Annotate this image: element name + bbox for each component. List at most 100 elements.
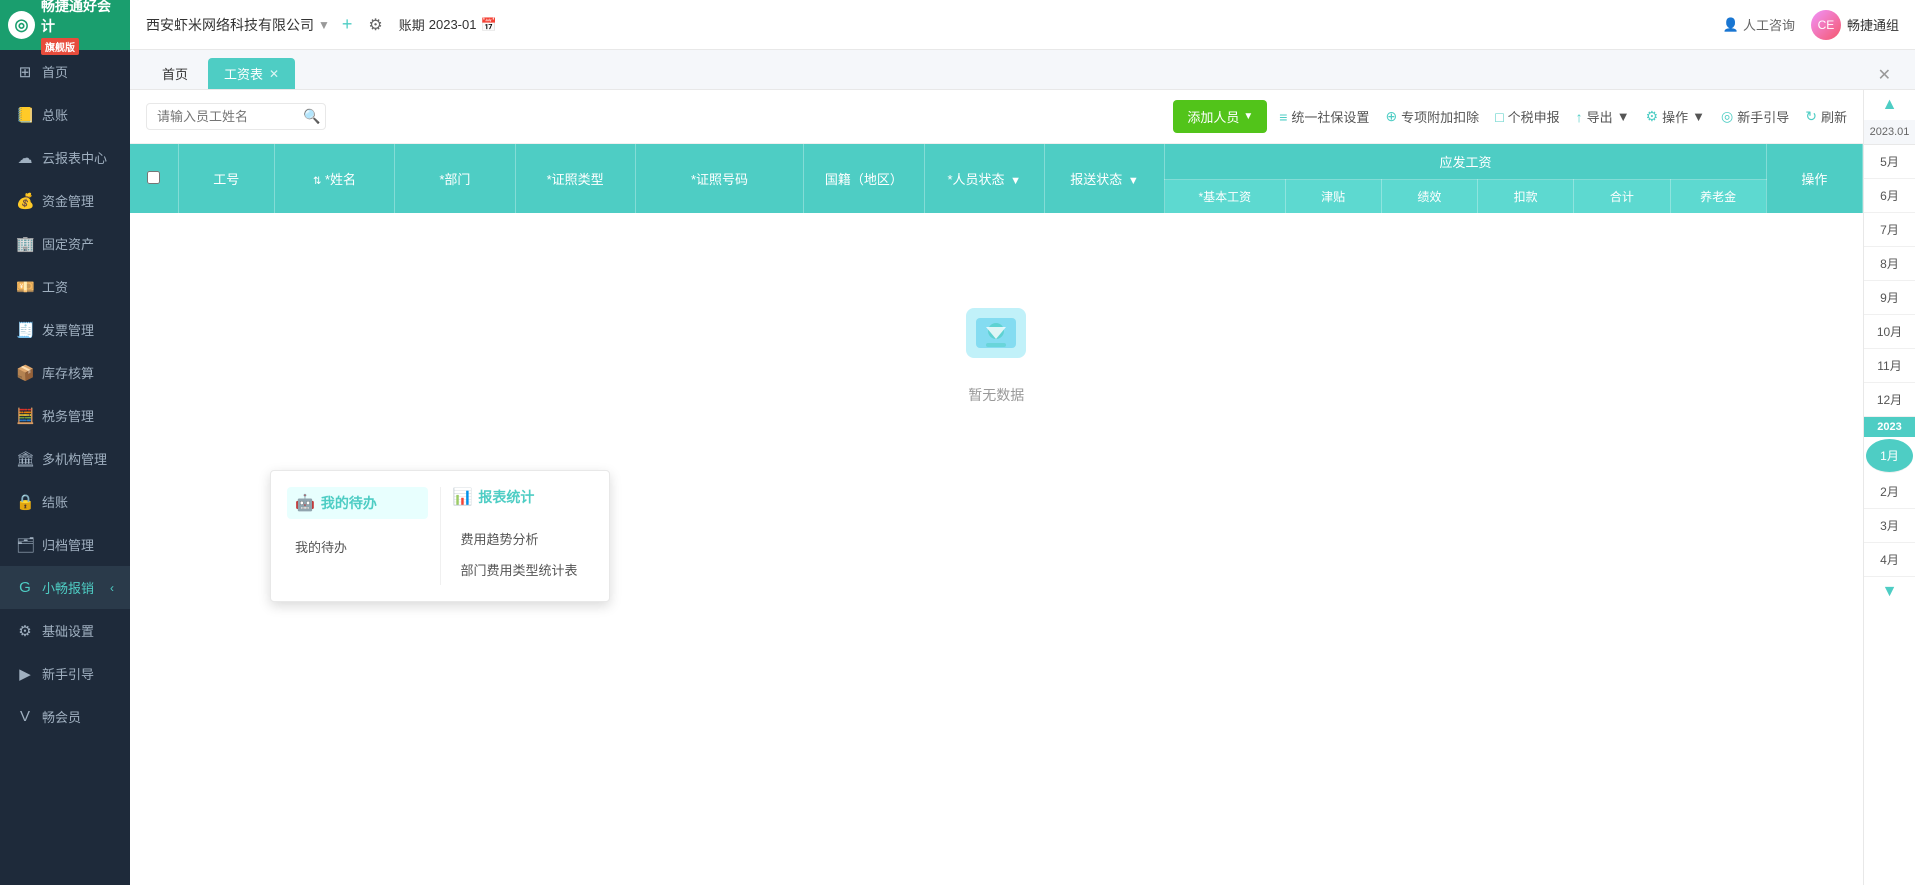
sidebar-item-fixed-assets[interactable]: 🏢 固定资产 [0, 222, 130, 265]
cloud-icon: ☁ [16, 149, 34, 167]
invoice-icon: 🧾 [16, 321, 34, 339]
tab-salary[interactable]: 工资表 ✕ [208, 58, 295, 89]
social-insurance-button[interactable]: ≡ 统一社保设置 [1279, 107, 1369, 126]
tax-report-button[interactable]: □ 个税申报 [1495, 107, 1559, 126]
month-item-8[interactable]: 8月 [1864, 247, 1915, 281]
popup-item-todo[interactable]: 我的待办 [287, 531, 428, 562]
xiaochang-icon: G [16, 579, 34, 596]
report-filter-icon[interactable]: ▼ [1128, 175, 1139, 187]
month-item-5[interactable]: 5月 [1864, 145, 1915, 179]
search-box[interactable]: 🔍 [146, 103, 326, 130]
sidebar-label-close: 结账 [42, 492, 68, 511]
sidebar-item-cloud-reports[interactable]: ☁ 云报表中心 [0, 136, 130, 179]
month-item-4[interactable]: 4月 [1864, 543, 1915, 577]
popup-item-cost-trend[interactable]: 费用趋势分析 [453, 523, 594, 554]
sidebar-label-multi-org: 多机构管理 [42, 449, 107, 468]
month-item-10[interactable]: 10月 [1864, 315, 1915, 349]
user-menu[interactable]: CE 畅捷通组 [1811, 10, 1899, 40]
new-guide-label: 新手引导 [1737, 107, 1789, 126]
operations-label: 操作 [1662, 107, 1688, 126]
popup-col1-header: 🤖 我的待办 [287, 487, 428, 519]
guide-icon: ▶ [16, 665, 34, 683]
sidebar: ◎ 畅捷通好会计 旗舰版 ⊞ 首页 📒 总账 ☁ 云报表中心 💰 资金管理 🏢 … [0, 0, 130, 885]
new-guide-button[interactable]: ◎ 新手引导 [1721, 107, 1789, 126]
add-person-dropdown-icon: ▼ [1243, 111, 1253, 122]
home-icon: ⊞ [16, 63, 34, 81]
period-label: 账期 [399, 15, 425, 34]
export-arrow: ▼ [1617, 109, 1630, 124]
close-all-tabs-button[interactable]: ✕ [1870, 61, 1899, 89]
th-dept: *部门 [395, 144, 515, 213]
basic-icon: ⚙ [16, 622, 34, 640]
username: 畅捷通组 [1847, 15, 1899, 34]
add-person-button[interactable]: 添加人员 ▼ [1173, 100, 1267, 133]
select-all-checkbox[interactable] [147, 171, 160, 184]
popup-col2-header: 📊 报表统计 [453, 487, 594, 511]
sidebar-item-basic[interactable]: ⚙ 基础设置 [0, 609, 130, 652]
settings-button[interactable]: ⚙ [364, 15, 386, 35]
period-display: 账期 2023-01 📅 [399, 15, 497, 34]
sidebar-item-fund[interactable]: 💰 资金管理 [0, 179, 130, 222]
sidebar-item-multi-org[interactable]: 🏛 多机构管理 [0, 437, 130, 480]
month-item-6[interactable]: 6月 [1864, 179, 1915, 213]
special-deduct-button[interactable]: ⊕ 专项附加扣除 [1385, 107, 1479, 126]
search-input[interactable] [157, 109, 297, 124]
fund-icon: 💰 [16, 192, 34, 210]
month-item-12[interactable]: 12月 [1864, 383, 1915, 417]
refresh-button[interactable]: ↻ 刷新 [1805, 107, 1847, 126]
sidebar-item-archive[interactable]: 🗂 归档管理 [0, 523, 130, 566]
tab-home[interactable]: 首页 [146, 58, 204, 89]
sidebar-label-fund: 资金管理 [42, 191, 94, 210]
month-item-2[interactable]: 2月 [1864, 475, 1915, 509]
avatar: CE [1811, 10, 1841, 40]
empty-text: 暂无数据 [968, 385, 1024, 405]
popup-col2-title: 报表统计 [478, 487, 534, 507]
th-base-salary: *基本工资 [1165, 180, 1285, 214]
archive-icon: 🗂 [16, 536, 34, 554]
month-item-7[interactable]: 7月 [1864, 213, 1915, 247]
th-operation: 操作 [1766, 144, 1862, 213]
logo-icon: ◎ [8, 11, 35, 39]
fixed-assets-icon: 🏢 [16, 235, 34, 253]
month-item-3[interactable]: 3月 [1864, 509, 1915, 543]
th-report: 报送状态 ▼ [1044, 144, 1164, 213]
month-nav-up[interactable]: ▲ [1864, 90, 1915, 120]
month-nav-down[interactable]: ▼ [1864, 577, 1915, 607]
th-subsidy: 津贴 [1285, 180, 1381, 214]
th-checkbox[interactable] [130, 144, 178, 213]
sidebar-label-guide: 新手引导 [42, 664, 94, 683]
sidebar-item-tax[interactable]: 🧮 税务管理 [0, 394, 130, 437]
status-filter-icon[interactable]: ▼ [1010, 175, 1021, 187]
special-deduct-label: 专项附加扣除 [1401, 107, 1479, 126]
sidebar-item-inventory[interactable]: 📦 库存核算 [0, 351, 130, 394]
popup-item-dept-cost[interactable]: 部门费用类型统计表 [453, 554, 594, 585]
sidebar-label-archive: 归档管理 [42, 535, 94, 554]
sidebar-nav: ⊞ 首页 📒 总账 ☁ 云报表中心 💰 资金管理 🏢 固定资产 💴 工资 🧾 发… [0, 50, 130, 885]
month-item-9[interactable]: 9月 [1864, 281, 1915, 315]
operations-button[interactable]: ⚙ 操作 ▼ [1646, 107, 1705, 126]
add-company-button[interactable]: + [338, 14, 357, 35]
salary-table: 工号 ⇅ *姓名 *部门 *证照类型 *证照号码 国籍（地区） *人员状态 ▼ … [130, 144, 1863, 485]
month-item-11[interactable]: 11月 [1864, 349, 1915, 383]
sidebar-item-home[interactable]: ⊞ 首页 [0, 50, 130, 93]
company-selector[interactable]: 西安虾米网络科技有限公司 ▼ [146, 15, 330, 35]
tab-salary-label: 工资表 [224, 64, 263, 83]
sidebar-item-invoice[interactable]: 🧾 发票管理 [0, 308, 130, 351]
company-dropdown-icon: ▼ [318, 18, 330, 32]
sidebar-item-member[interactable]: V 畅会员 [0, 695, 130, 738]
th-performance: 绩效 [1381, 180, 1477, 214]
tax-report-label: 个税申报 [1508, 107, 1560, 126]
sidebar-item-close-books[interactable]: 🔒 结账 [0, 480, 130, 523]
sidebar-label-tax: 税务管理 [42, 406, 94, 425]
export-button[interactable]: ↑ 导出 ▼ [1576, 107, 1630, 126]
sidebar-label-fixed-assets: 固定资产 [42, 234, 94, 253]
sidebar-item-xiaochang[interactable]: G 小畅报销 ‹ [0, 566, 130, 609]
service-button[interactable]: 👤 人工咨询 [1723, 15, 1795, 34]
multi-org-icon: 🏛 [16, 450, 34, 468]
tab-close-icon[interactable]: ✕ [269, 67, 279, 81]
refresh-icon: ↻ [1805, 108, 1817, 125]
sidebar-item-guide[interactable]: ▶ 新手引导 [0, 652, 130, 695]
month-item-1[interactable]: 1月 [1866, 439, 1913, 473]
sidebar-item-salary[interactable]: 💴 工资 [0, 265, 130, 308]
sidebar-item-ledger[interactable]: 📒 总账 [0, 93, 130, 136]
